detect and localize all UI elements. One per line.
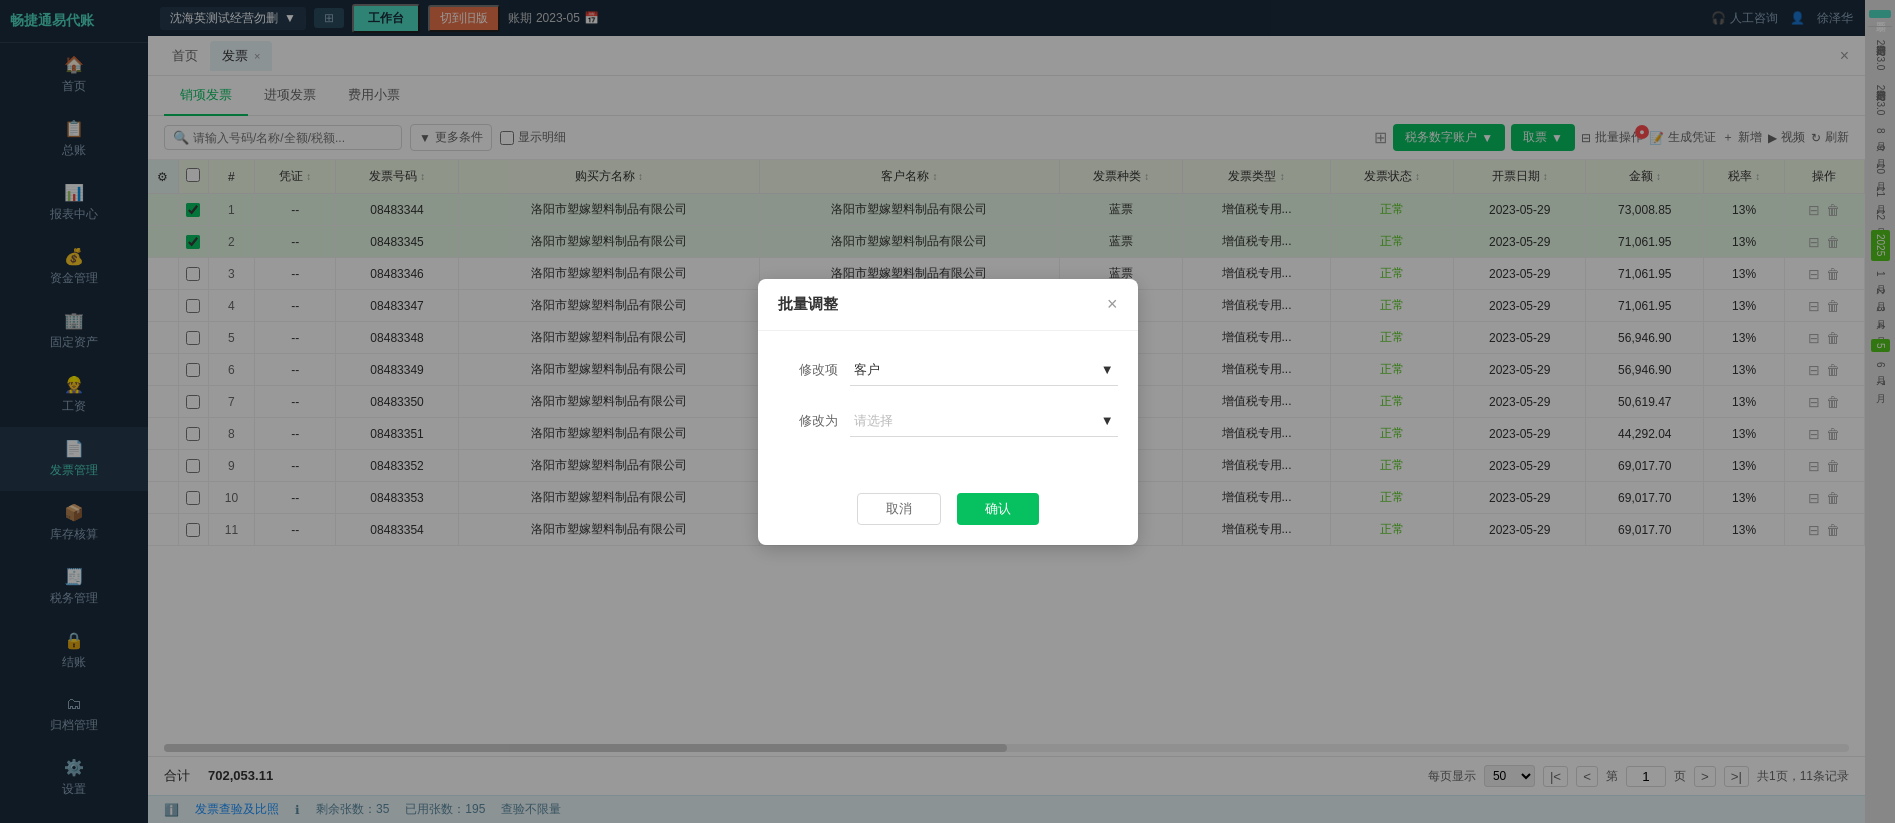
modal-overlay: 批量调整 × 修改项 客户 ▼ 修改为 请选择 ▼ 取消 确认 bbox=[0, 0, 1895, 823]
modal-body: 修改项 客户 ▼ 修改为 请选择 ▼ bbox=[758, 331, 1138, 481]
modal-change-placeholder: 请选择 bbox=[854, 412, 893, 430]
modal-header: 批量调整 × bbox=[758, 279, 1138, 331]
modal-title: 批量调整 bbox=[778, 295, 838, 314]
modal-field-select[interactable]: 客户 ▼ bbox=[850, 355, 1118, 386]
modal-confirm-button[interactable]: 确认 bbox=[957, 493, 1039, 525]
modal-field-label: 修改项 bbox=[778, 361, 838, 379]
modal-field-row: 修改项 客户 ▼ bbox=[778, 355, 1118, 386]
modal-field-chevron: ▼ bbox=[1101, 362, 1114, 377]
modal-cancel-button[interactable]: 取消 bbox=[857, 493, 941, 525]
modal-change-chevron: ▼ bbox=[1101, 413, 1114, 428]
modal-footer: 取消 确认 bbox=[758, 481, 1138, 545]
modal-field-value: 客户 bbox=[854, 361, 880, 379]
modal-change-row: 修改为 请选择 ▼ bbox=[778, 406, 1118, 437]
modal-change-label: 修改为 bbox=[778, 412, 838, 430]
batch-adjust-modal: 批量调整 × 修改项 客户 ▼ 修改为 请选择 ▼ 取消 确认 bbox=[758, 279, 1138, 545]
modal-change-select[interactable]: 请选择 ▼ bbox=[850, 406, 1118, 437]
modal-close-button[interactable]: × bbox=[1107, 295, 1118, 313]
